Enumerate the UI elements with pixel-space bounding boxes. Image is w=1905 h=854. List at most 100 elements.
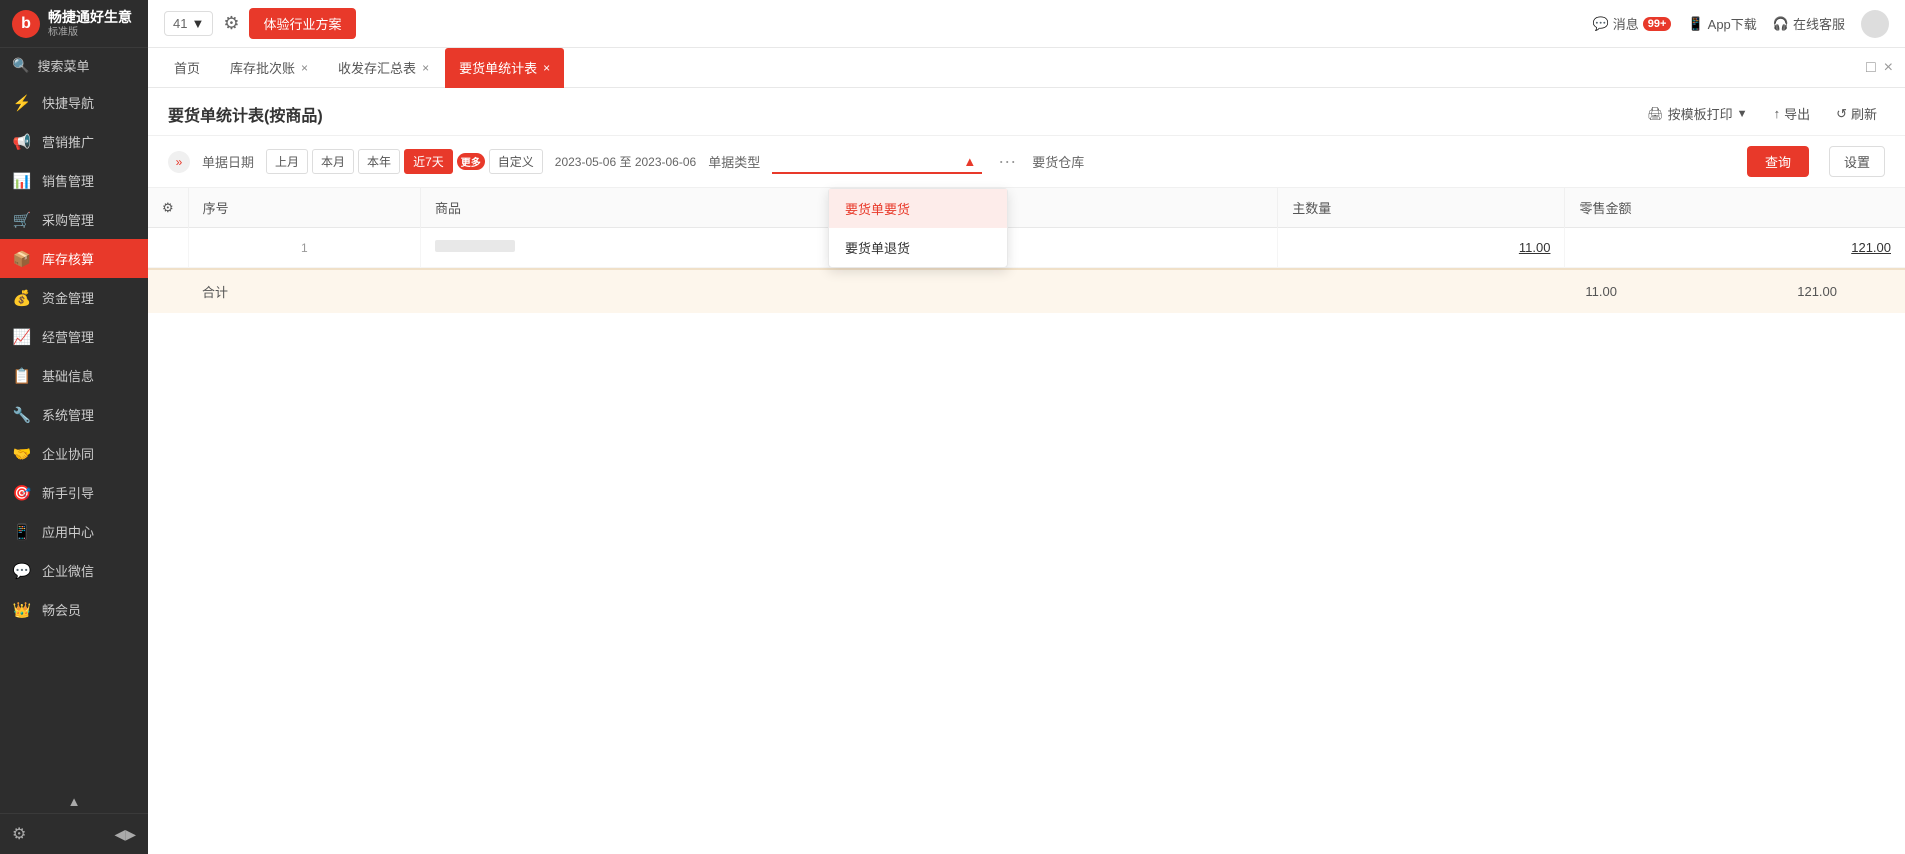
sidebar-collapse-icon[interactable]: ◀▶ <box>114 826 136 843</box>
type-filter-arrow[interactable]: ▲ <box>963 154 976 169</box>
tab-order-summary-close[interactable]: × <box>543 61 550 75</box>
query-button[interactable]: 查询 <box>1747 146 1809 177</box>
purchase-icon: 🛒 <box>12 211 32 229</box>
enterprise-icon: 🤝 <box>12 445 32 463</box>
app-download-button[interactable]: 📱 App下载 <box>1687 14 1756 33</box>
th-settings[interactable]: ⚙ <box>148 188 188 228</box>
online-service-button[interactable]: 🎧 在线客服 <box>1773 14 1845 33</box>
sidebar-item-label: 企业协同 <box>42 444 94 463</box>
td-amount: 121.00 <box>1565 228 1905 268</box>
sidebar-item-operations[interactable]: 📈 经营管理 <box>0 317 148 356</box>
app-edition: 标准版 <box>48 26 132 39</box>
search-icon: 🔍 <box>12 57 29 74</box>
sidebar-item-wechat[interactable]: 💬 企业微信 <box>0 551 148 590</box>
dropdown-item-order-goods-label: 要货单要货 <box>845 202 910 217</box>
data-table: ⚙ 序号 商品 主计量单位 主数量 零售金额 1 <box>148 188 1905 268</box>
page-header: 要货单统计表(按商品) 🖨 按模板打印 ▼ ↑ 导出 ↺ 刷新 <box>148 88 1905 136</box>
warehouse-filter-label: 要货仓库 <box>1032 152 1084 171</box>
dropdown-item-order-goods[interactable]: 要货单要货 <box>829 189 1007 228</box>
sales-icon: 📊 <box>12 172 32 190</box>
export-button[interactable]: ↑ 导出 <box>1766 100 1819 127</box>
tab-order-summary[interactable]: 要货单统计表 × <box>445 48 564 88</box>
current-month-button[interactable]: 本月 <box>312 149 354 174</box>
th-quantity: 主数量 <box>1278 188 1565 228</box>
sidebar-item-app-center[interactable]: 📱 应用中心 <box>0 512 148 551</box>
messages-label: 消息 <box>1613 14 1639 33</box>
current-year-button[interactable]: 本年 <box>358 149 400 174</box>
expand-icon: » <box>176 155 183 169</box>
sidebar-item-basic-info[interactable]: 📋 基础信息 <box>0 356 148 395</box>
main-area: 41 ▼ ⚙ 体验行业方案 💬 消息 99+ 📱 App下载 🎧 在线客服 <box>148 0 1905 854</box>
filter-expand-button[interactable]: » <box>168 151 190 173</box>
type-filter-input[interactable] <box>772 149 982 174</box>
th-product: 商品 <box>420 188 880 228</box>
app-download-icon: 📱 <box>1687 16 1703 32</box>
app-download-label: App下载 <box>1708 14 1757 33</box>
sidebar-scroll-up[interactable]: ▲ <box>0 790 148 813</box>
sidebar-bottom: ⚙ ◀▶ <box>0 813 148 854</box>
sidebar-item-system[interactable]: 🔧 系统管理 <box>0 395 148 434</box>
last-7-days-label: 近7天 <box>413 155 444 169</box>
sidebar: b 畅捷通好生意 标准版 🔍 搜索菜单 ⚡ 快捷导航 📢 营销推广 📊 销售管理… <box>0 0 148 854</box>
tab-inventory-batch-close[interactable]: × <box>301 61 308 75</box>
sidebar-logo: b 畅捷通好生意 标准版 <box>0 0 148 48</box>
refresh-label: 刷新 <box>1851 104 1877 123</box>
footer-amount: 121.00 <box>1751 284 1851 299</box>
tab-order-summary-label: 要货单统计表 <box>459 58 537 77</box>
custom-date-button[interactable]: 自定义 <box>489 149 543 174</box>
dropdown-item-order-return[interactable]: 要货单退货 <box>829 228 1007 267</box>
sidebar-item-finance[interactable]: 💰 资金管理 <box>0 278 148 317</box>
wechat-icon: 💬 <box>12 562 32 580</box>
topbar-right: 💬 消息 99+ 📱 App下载 🎧 在线客服 <box>1593 10 1889 38</box>
tab-close-all-icon[interactable]: × <box>1884 59 1893 77</box>
sidebar-item-label: 系统管理 <box>42 405 94 424</box>
tab-receive-summary-close[interactable]: × <box>422 61 429 75</box>
tab-inventory-batch[interactable]: 库存批次账 × <box>216 48 322 88</box>
topbar-settings-icon[interactable]: ⚙ <box>223 13 239 34</box>
user-avatar[interactable] <box>1861 10 1889 38</box>
more-badge[interactable]: 更多 <box>457 153 485 170</box>
messages-button[interactable]: 💬 消息 99+ <box>1593 14 1672 33</box>
sidebar-item-label: 新手引导 <box>42 483 94 502</box>
tabs-bar: 首页 库存批次账 × 收发存汇总表 × 要货单统计表 × □ × <box>148 48 1905 88</box>
td-row-num: 1 <box>188 228 420 268</box>
store-selector[interactable]: 41 ▼ <box>164 11 213 36</box>
table-footer: 合计 11.00 121.00 <box>148 268 1905 313</box>
sidebar-item-sales[interactable]: 📊 销售管理 <box>0 161 148 200</box>
refresh-icon: ↺ <box>1836 106 1847 122</box>
trial-button[interactable]: 体验行业方案 <box>249 8 355 39</box>
table-wrap: ⚙ 序号 商品 主计量单位 主数量 零售金额 1 <box>148 188 1905 268</box>
sidebar-gear-icon[interactable]: ⚙ <box>12 824 26 844</box>
th-amount: 零售金额 <box>1565 188 1905 228</box>
store-number: 41 <box>173 16 187 31</box>
topbar-left: 41 ▼ ⚙ 体验行业方案 <box>164 8 356 39</box>
last-7-days-button[interactable]: 近7天 <box>404 149 453 174</box>
last-month-button[interactable]: 上月 <box>266 149 308 174</box>
tab-home[interactable]: 首页 <box>160 48 214 88</box>
sidebar-item-enterprise[interactable]: 🤝 企业协同 <box>0 434 148 473</box>
filter-row: » 单据日期 上月 本月 本年 近7天 更多 <box>148 136 1905 188</box>
refresh-button[interactable]: ↺ 刷新 <box>1828 100 1885 127</box>
sidebar-item-label: 应用中心 <box>42 522 94 541</box>
sidebar-search-label: 搜索菜单 <box>37 56 89 75</box>
marketing-icon: 📢 <box>12 133 32 151</box>
page-title: 要货单统计表(按商品) <box>168 102 323 126</box>
sidebar-item-inventory[interactable]: 📦 库存核算 <box>0 239 148 278</box>
sidebar-item-guide[interactable]: 🎯 新手引导 <box>0 473 148 512</box>
filter-more-button[interactable]: ··· <box>994 151 1020 172</box>
sidebar-item-purchase[interactable]: 🛒 采购管理 <box>0 200 148 239</box>
app-logo-icon: b <box>12 10 40 38</box>
sidebar-item-vip[interactable]: 👑 畅会员 <box>0 590 148 629</box>
message-icon: 💬 <box>1593 16 1609 32</box>
tab-maximize-icon[interactable]: □ <box>1866 59 1876 77</box>
settings-button[interactable]: 设置 <box>1829 146 1885 177</box>
tab-receive-summary[interactable]: 收发存汇总表 × <box>324 48 443 88</box>
sidebar-item-marketing[interactable]: 📢 营销推广 <box>0 122 148 161</box>
quick-nav-icon: ⚡ <box>12 94 32 112</box>
sidebar-item-quick-nav[interactable]: ⚡ 快捷导航 <box>0 83 148 122</box>
template-print-button[interactable]: 🖨 按模板打印 ▼ <box>1639 100 1755 127</box>
sidebar-nav: ⚡ 快捷导航 📢 营销推广 📊 销售管理 🛒 采购管理 📦 库存核算 💰 资金管… <box>0 83 148 790</box>
page-actions: 🖨 按模板打印 ▼ ↑ 导出 ↺ 刷新 <box>1639 100 1885 127</box>
sidebar-item-search[interactable]: 🔍 搜索菜单 <box>0 48 148 83</box>
sidebar-item-label: 经营管理 <box>42 327 94 346</box>
